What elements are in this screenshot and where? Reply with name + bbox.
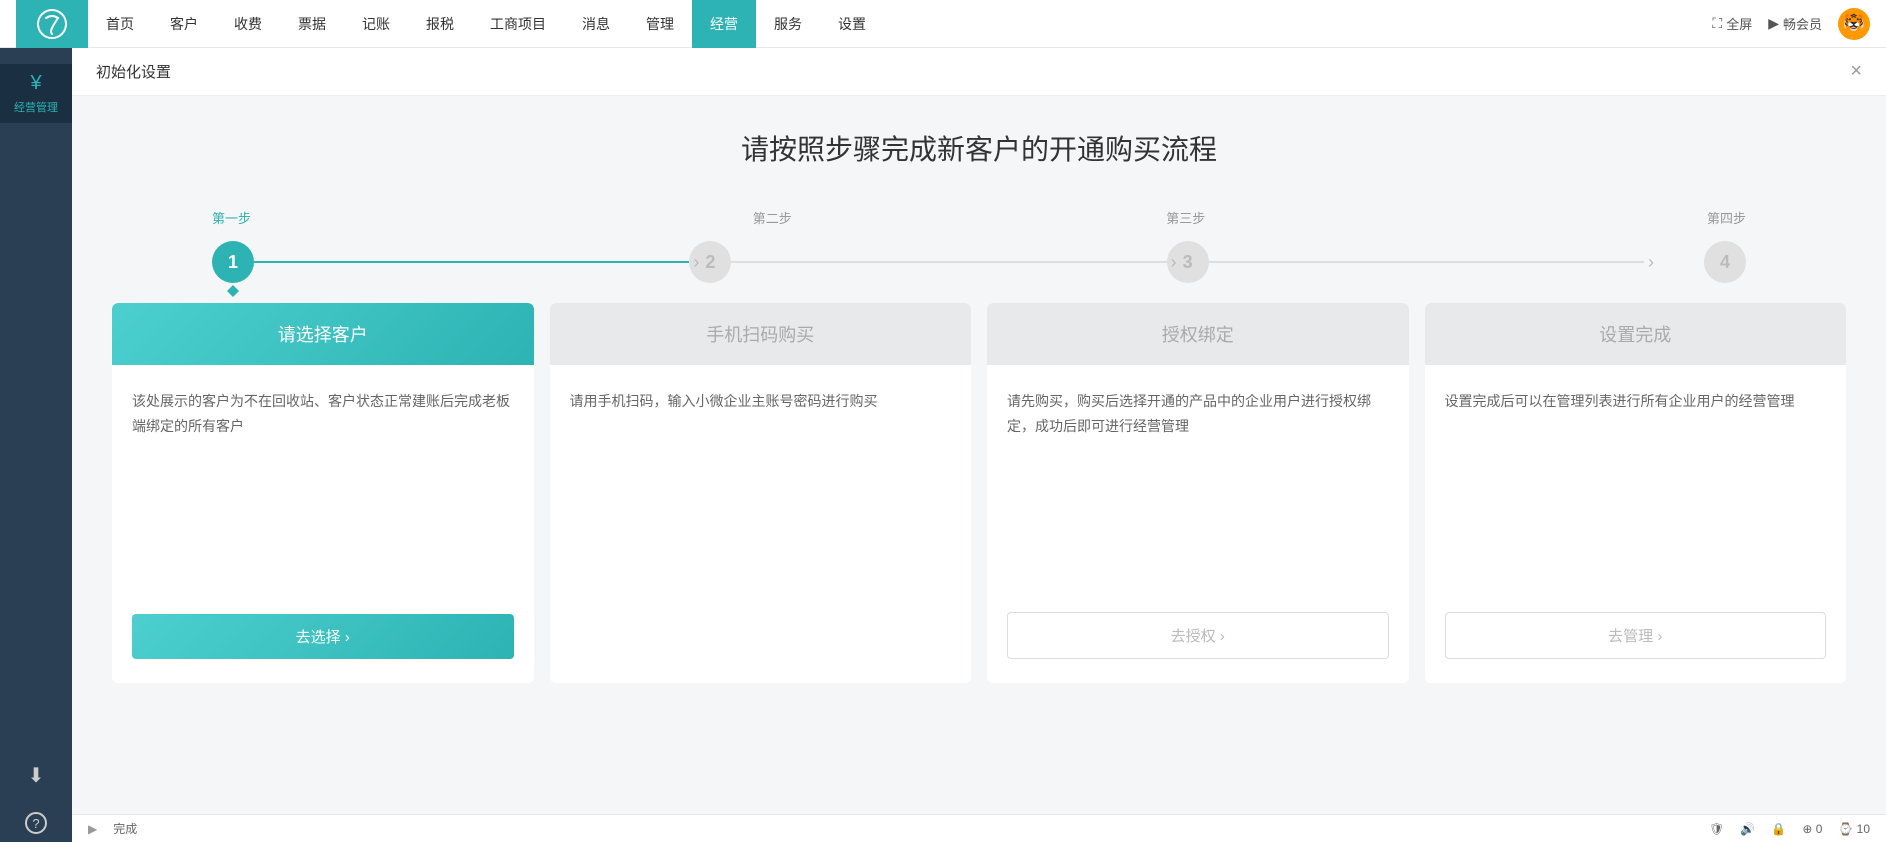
cards-row: 请选择客户 该处展示的客户为不在回收站、客户状态正常建账后完成老板端绑定的所有客…	[112, 303, 1846, 683]
video-icon: ▶	[1768, 15, 1779, 32]
nav-item-business[interactable]: 工商项目	[472, 0, 564, 48]
volume-icon: 🔊	[1740, 822, 1755, 836]
card4-body: 设置完成后可以在管理列表进行所有企业用户的经营管理	[1425, 365, 1847, 612]
card2-body: 请用手机扫码，输入小微企业主账号密码进行购买	[550, 365, 972, 659]
content-area: 初始化设置 × 请按照步骤完成新客户的开通购买流程 第一步 第二步	[72, 48, 1886, 842]
steps-container: 请按照步骤完成新客户的开通购买流程 第一步 第二步 第三步	[72, 96, 1886, 814]
card3-header: 授权绑定	[987, 303, 1409, 365]
fullscreen-button[interactable]: ⛶ 全屏	[1712, 14, 1752, 33]
sidebar: ¥ 经营管理 ⬇ ?	[0, 48, 72, 842]
step3-label: 第三步	[1166, 208, 1205, 227]
card3-action-button[interactable]: 去授权 ›	[1007, 612, 1389, 659]
network-status: ⊕ 0	[1802, 822, 1822, 836]
nav-item-account[interactable]: 记账	[344, 0, 408, 48]
card3-body: 请先购买，购买后选择开通的产品中的企业用户进行授权绑定，成功后即可进行经营管理	[987, 365, 1409, 612]
lock-icon: 🔒	[1771, 822, 1786, 836]
nav-item-tax[interactable]: 报税	[408, 0, 472, 48]
support-icon: ?	[25, 812, 47, 834]
card4-header: 设置完成	[1425, 303, 1847, 365]
card4-footer: 去管理 ›	[1425, 612, 1847, 659]
yuan-icon: ¥	[30, 72, 41, 95]
sidebar-item-download[interactable]: ⬇	[0, 755, 72, 796]
step4-circle: 4	[1704, 241, 1746, 283]
status-bar: ▶ 完成 🛡 🔊 🔒 ⊕ 0 ⌚ 10	[72, 814, 1886, 842]
play-icon: ▶	[88, 822, 97, 836]
status-text: 完成	[113, 820, 137, 837]
nav-item-message[interactable]: 消息	[564, 0, 628, 48]
nav-menu: 首页 客户 收费 票据 记账 报税 工商项目 消息 管理 经营 服务 设置	[88, 0, 1712, 48]
card1-footer: 去选择 ›	[112, 614, 534, 659]
user-avatar[interactable]: 🐯	[1838, 8, 1870, 40]
card3-footer: 去授权 ›	[987, 612, 1409, 659]
card1-action-button[interactable]: 去选择 ›	[132, 614, 514, 659]
shield-icon: 🛡	[1709, 822, 1724, 836]
close-button[interactable]: ×	[1850, 60, 1862, 83]
nav-item-settings[interactable]: 设置	[820, 0, 884, 48]
status-bar-right: 🛡 🔊 🔒 ⊕ 0 ⌚ 10	[1709, 822, 1870, 836]
page-header: 初始化设置 ×	[72, 48, 1886, 96]
download-icon: ⬇	[28, 763, 45, 788]
nav-item-service[interactable]: 服务	[756, 0, 820, 48]
top-navigation: 首页 客户 收费 票据 记账 报税 工商项目 消息 管理 经营 服务 设置 ⛶ …	[0, 0, 1886, 48]
nav-item-operation[interactable]: 经营	[692, 0, 756, 48]
fullscreen-icon: ⛶	[1712, 15, 1722, 32]
nav-right-controls: ⛶ 全屏 ▶ 畅会员 🐯	[1712, 8, 1870, 40]
nav-item-customer[interactable]: 客户	[152, 0, 216, 48]
page-title: 初始化设置	[96, 61, 171, 82]
time-display: ⌚ 10	[1838, 822, 1870, 836]
app-logo	[16, 0, 88, 48]
card1-header: 请选择客户	[112, 303, 534, 365]
step2-label: 第二步	[753, 208, 792, 227]
step-card-2: 手机扫码购买 请用手机扫码，输入小微企业主账号密码进行购买	[550, 303, 972, 683]
step-card-4: 设置完成 设置完成后可以在管理列表进行所有企业用户的经营管理 去管理 ›	[1425, 303, 1847, 683]
member-button[interactable]: ▶ 畅会员	[1768, 14, 1822, 33]
sidebar-item-operation[interactable]: ¥ 经营管理	[0, 64, 72, 123]
nav-item-bill[interactable]: 票据	[280, 0, 344, 48]
main-title: 请按照步骤完成新客户的开通购买流程	[112, 128, 1846, 168]
card2-header: 手机扫码购买	[550, 303, 972, 365]
card1-body: 该处展示的客户为不在回收站、客户状态正常建账后完成老板端绑定的所有客户	[112, 365, 534, 614]
step-card-1: 请选择客户 该处展示的客户为不在回收站、客户状态正常建账后完成老板端绑定的所有客…	[112, 303, 534, 683]
card4-action-button[interactable]: 去管理 ›	[1445, 612, 1827, 659]
step1-circle: 1	[212, 241, 254, 283]
step4-label: 第四步	[1707, 208, 1746, 227]
nav-item-manage[interactable]: 管理	[628, 0, 692, 48]
nav-item-home[interactable]: 首页	[88, 0, 152, 48]
sidebar-item-support[interactable]: ?	[0, 804, 72, 842]
step-card-3: 授权绑定 请先购买，购买后选择开通的产品中的企业用户进行授权绑定，成功后即可进行…	[987, 303, 1409, 683]
step1-label: 第一步	[212, 208, 251, 227]
nav-item-fee[interactable]: 收费	[216, 0, 280, 48]
